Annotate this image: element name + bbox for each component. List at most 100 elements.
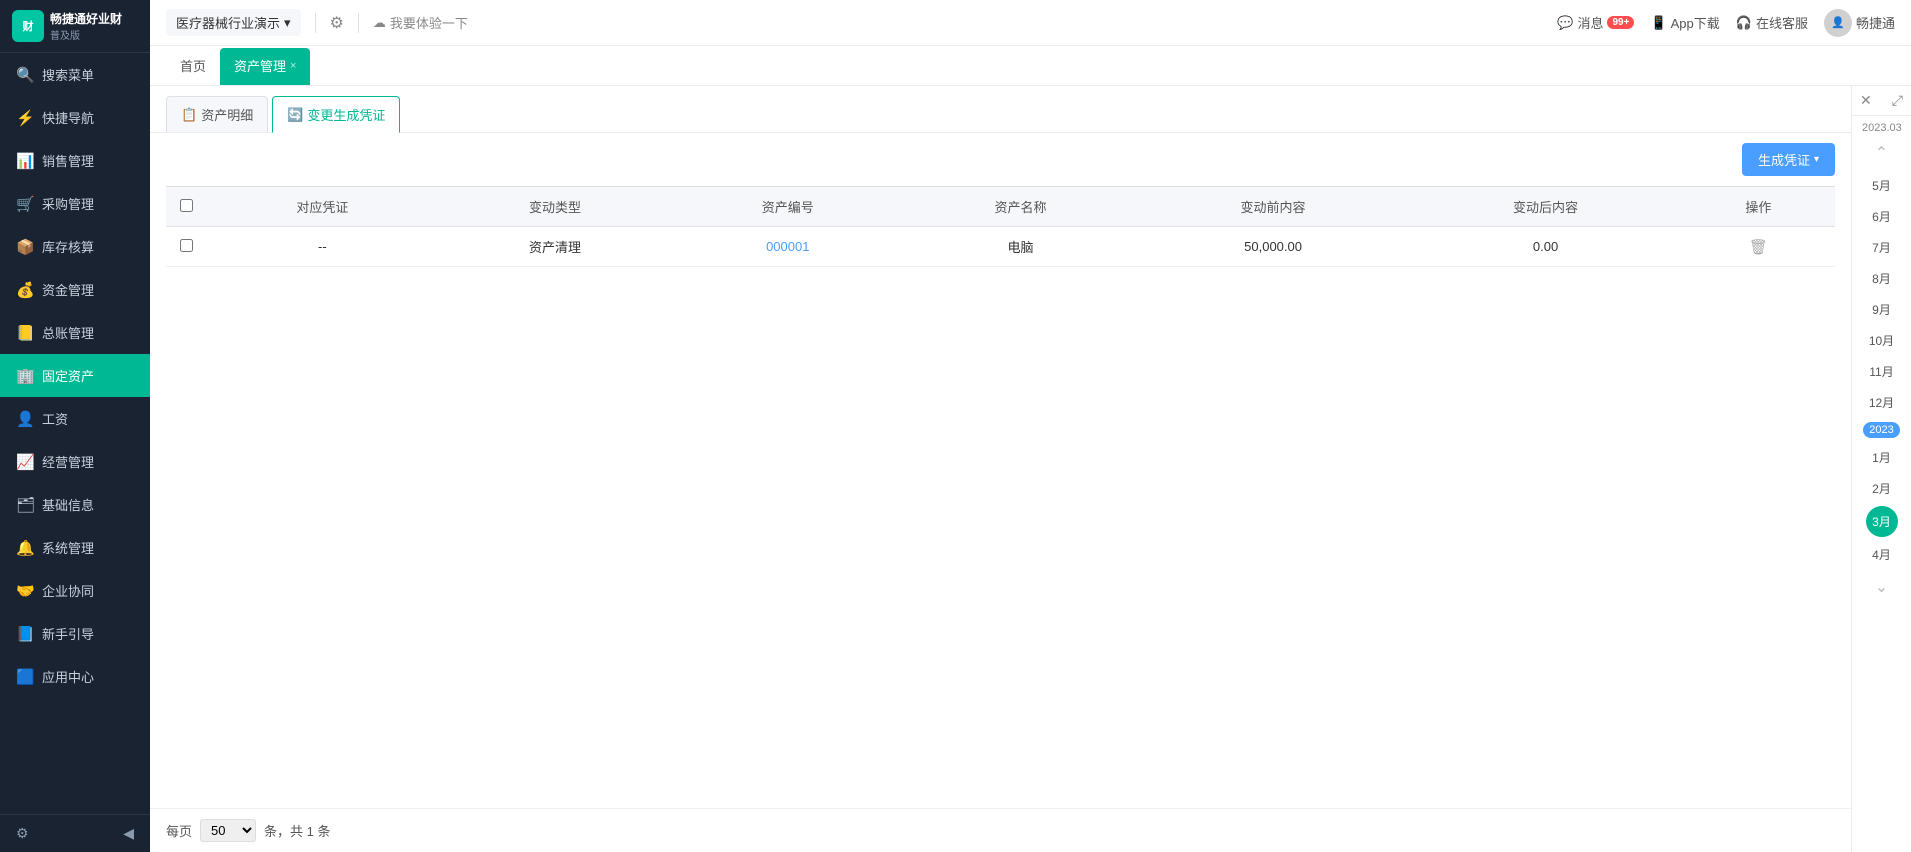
experience-label: 我要体验一下 (390, 13, 468, 32)
col-header-asset-name: 资产名称 (904, 187, 1137, 227)
settings-gear-icon[interactable]: ⚙ (330, 13, 344, 33)
sidebar-item-purchase[interactable]: 🛒 采购管理 (0, 182, 150, 225)
sidebar-item-quick-nav[interactable]: ⚡ 快捷导航 (0, 96, 150, 139)
sidebar-item-operations[interactable]: 📈 经营管理 (0, 440, 150, 483)
tab-close-icon[interactable]: × (290, 60, 296, 72)
topbar: 医疗器械行业演示 ▾ ⚙ ☁ 我要体验一下 💬 消息 99+ 📱 App下载 🎧… (150, 0, 1911, 46)
sidebar-item-app-center[interactable]: 🟦 应用中心 (0, 655, 150, 698)
app-center-icon: 🟦 (16, 668, 34, 686)
month-item-8[interactable]: 8月 (1852, 263, 1911, 294)
app-download-btn[interactable]: 📱 App下载 (1650, 13, 1719, 32)
row-after-change: 0.00 (1409, 227, 1682, 267)
message-label: 消息 (1577, 13, 1603, 32)
sidebar-item-base-info[interactable]: 🗂 基础信息 (0, 483, 150, 526)
main-panel: 📋 资产明细 🔄 变更生成凭证 生成凭证 ▾ (150, 86, 1851, 852)
tab-asset-mgmt[interactable]: 资产管理 × (220, 48, 310, 85)
month-item-12[interactable]: 12月 (1852, 387, 1911, 418)
sub-tab-change-voucher[interactable]: 🔄 变更生成凭证 (272, 96, 400, 133)
tab-home-label: 首页 (180, 56, 206, 75)
sidebar-nav: 🔍 搜索菜单 ⚡ 快捷导航 📊 销售管理 🛒 采购管理 📦 库存核算 💰 资金管… (0, 53, 150, 814)
download-icon: 📱 (1650, 15, 1666, 31)
year-badge[interactable]: 2023 (1863, 422, 1899, 438)
message-icon: 💬 (1557, 15, 1573, 31)
col-header-operation: 操作 (1682, 187, 1835, 227)
tab-home[interactable]: 首页 (166, 48, 220, 85)
sidebar-item-label: 销售管理 (42, 151, 94, 170)
system-icon: 🔔 (16, 539, 34, 557)
cloud-icon: ☁ (373, 15, 386, 31)
row-asset-code[interactable]: 000001 (671, 227, 904, 267)
enterprise-icon: 🤝 (16, 582, 34, 600)
month-item-2[interactable]: 2月 (1852, 473, 1911, 504)
sidebar-item-system[interactable]: 🔔 系统管理 (0, 526, 150, 569)
funds-icon: 💰 (16, 281, 34, 299)
generate-voucher-button[interactable]: 生成凭证 ▾ (1742, 143, 1835, 176)
month-item-6[interactable]: 6月 (1852, 201, 1911, 232)
experience-btn[interactable]: ☁ 我要体验一下 (373, 13, 468, 32)
right-panel: ✕ ⤢ 2023.03 ⌃ 5月 6月 7月 8月 9月 10月 11月 12月… (1851, 86, 1911, 852)
logo-sub: 普及版 (50, 27, 122, 42)
sidebar-item-label: 工资 (42, 409, 68, 428)
logo-icon: 财 (12, 10, 44, 42)
sidebar-item-fixed-assets[interactable]: 🏢 固定资产 (0, 354, 150, 397)
sidebar-item-label: 资金管理 (42, 280, 94, 299)
nav-tabs: 首页 资产管理 × (150, 46, 1911, 86)
message-btn[interactable]: 💬 消息 99+ (1557, 13, 1634, 32)
table-body: -- 资产清理 000001 电脑 50,000.00 0.00 🗑 (166, 227, 1835, 267)
month-item-5[interactable]: 5月 (1852, 170, 1911, 201)
sidebar: 财 畅捷通好业财 普及版 🔍 搜索菜单 ⚡ 快捷导航 📊 销售管理 🛒 采购管理… (0, 0, 150, 852)
sidebar-item-payroll[interactable]: 👤 工资 (0, 397, 150, 440)
month-item-1[interactable]: 1月 (1852, 442, 1911, 473)
right-panel-header: ✕ ⤢ (1852, 86, 1911, 116)
table-row: -- 资产清理 000001 电脑 50,000.00 0.00 🗑 (166, 227, 1835, 267)
page-content: 📋 资产明细 🔄 变更生成凭证 生成凭证 ▾ (150, 86, 1911, 852)
sidebar-item-label: 经营管理 (42, 452, 94, 471)
scroll-up-icon[interactable]: ⌃ (1852, 136, 1911, 170)
per-page-select[interactable]: 10 20 50 100 (200, 819, 256, 842)
sidebar-item-label: 采购管理 (42, 194, 94, 213)
user-profile-btn[interactable]: 👤 畅捷通 (1824, 9, 1895, 37)
sidebar-item-enterprise[interactable]: 🤝 企业协同 (0, 569, 150, 612)
sidebar-item-ledger[interactable]: 📒 总账管理 (0, 311, 150, 354)
sidebar-item-label: 企业协同 (42, 581, 94, 600)
guide-icon: 📘 (16, 625, 34, 643)
sidebar-item-sales[interactable]: 📊 销售管理 (0, 139, 150, 182)
sub-tab-asset-detail[interactable]: 📋 资产明细 (166, 96, 268, 132)
row-checkbox[interactable] (180, 239, 193, 252)
month-item-9[interactable]: 9月 (1852, 294, 1911, 325)
sidebar-item-label: 库存核算 (42, 237, 94, 256)
scroll-down-icon[interactable]: ⌄ (1852, 570, 1911, 604)
row-change-type: 资产清理 (439, 227, 672, 267)
username-label: 畅捷通 (1856, 13, 1895, 32)
company-name: 医疗器械行业演示 (176, 13, 280, 32)
sidebar-logo: 财 畅捷通好业财 普及版 (0, 0, 150, 53)
sidebar-item-guide[interactable]: 📘 新手引导 (0, 612, 150, 655)
company-selector[interactable]: 医疗器械行业演示 ▾ (166, 9, 301, 36)
sidebar-item-inventory[interactable]: 📦 库存核算 (0, 225, 150, 268)
month-item-7[interactable]: 7月 (1852, 232, 1911, 263)
avatar: 👤 (1824, 9, 1852, 37)
right-panel-close-icon[interactable]: ✕ (1860, 92, 1872, 109)
sub-tabs: 📋 资产明细 🔄 变更生成凭证 (150, 86, 1851, 133)
tab-asset-mgmt-label: 资产管理 (234, 56, 286, 75)
online-service-btn[interactable]: 🎧 在线客服 (1736, 13, 1808, 32)
toggle-sidebar-icon[interactable]: ◀ (123, 825, 134, 842)
row-voucher: -- (206, 227, 439, 267)
select-all-checkbox[interactable] (180, 199, 193, 212)
month-item-10[interactable]: 10月 (1852, 325, 1911, 356)
row-operation: 🗑 (1682, 227, 1835, 267)
right-panel-expand-icon[interactable]: ⤢ (1892, 92, 1903, 109)
row-asset-name: 电脑 (904, 227, 1137, 267)
col-header-before-change: 变动前内容 (1137, 187, 1410, 227)
table-wrap: 对应凭证 变动类型 资产编号 资产名称 变动前内容 变动后内容 操作 (150, 186, 1851, 808)
settings-icon[interactable]: ⚙ (16, 825, 29, 842)
sidebar-item-search[interactable]: 🔍 搜索菜单 (0, 53, 150, 96)
table-header-row: 对应凭证 变动类型 资产编号 资产名称 变动前内容 变动后内容 操作 (166, 187, 1835, 227)
sidebar-item-label: 总账管理 (42, 323, 94, 342)
month-item-11[interactable]: 11月 (1852, 356, 1911, 387)
month-item-4[interactable]: 4月 (1852, 539, 1911, 570)
month-item-3-current[interactable]: 3月 (1866, 506, 1898, 537)
base-info-icon: 🗂 (16, 496, 34, 514)
sidebar-item-funds[interactable]: 💰 资金管理 (0, 268, 150, 311)
delete-button[interactable]: 🗑 (1749, 238, 1768, 256)
